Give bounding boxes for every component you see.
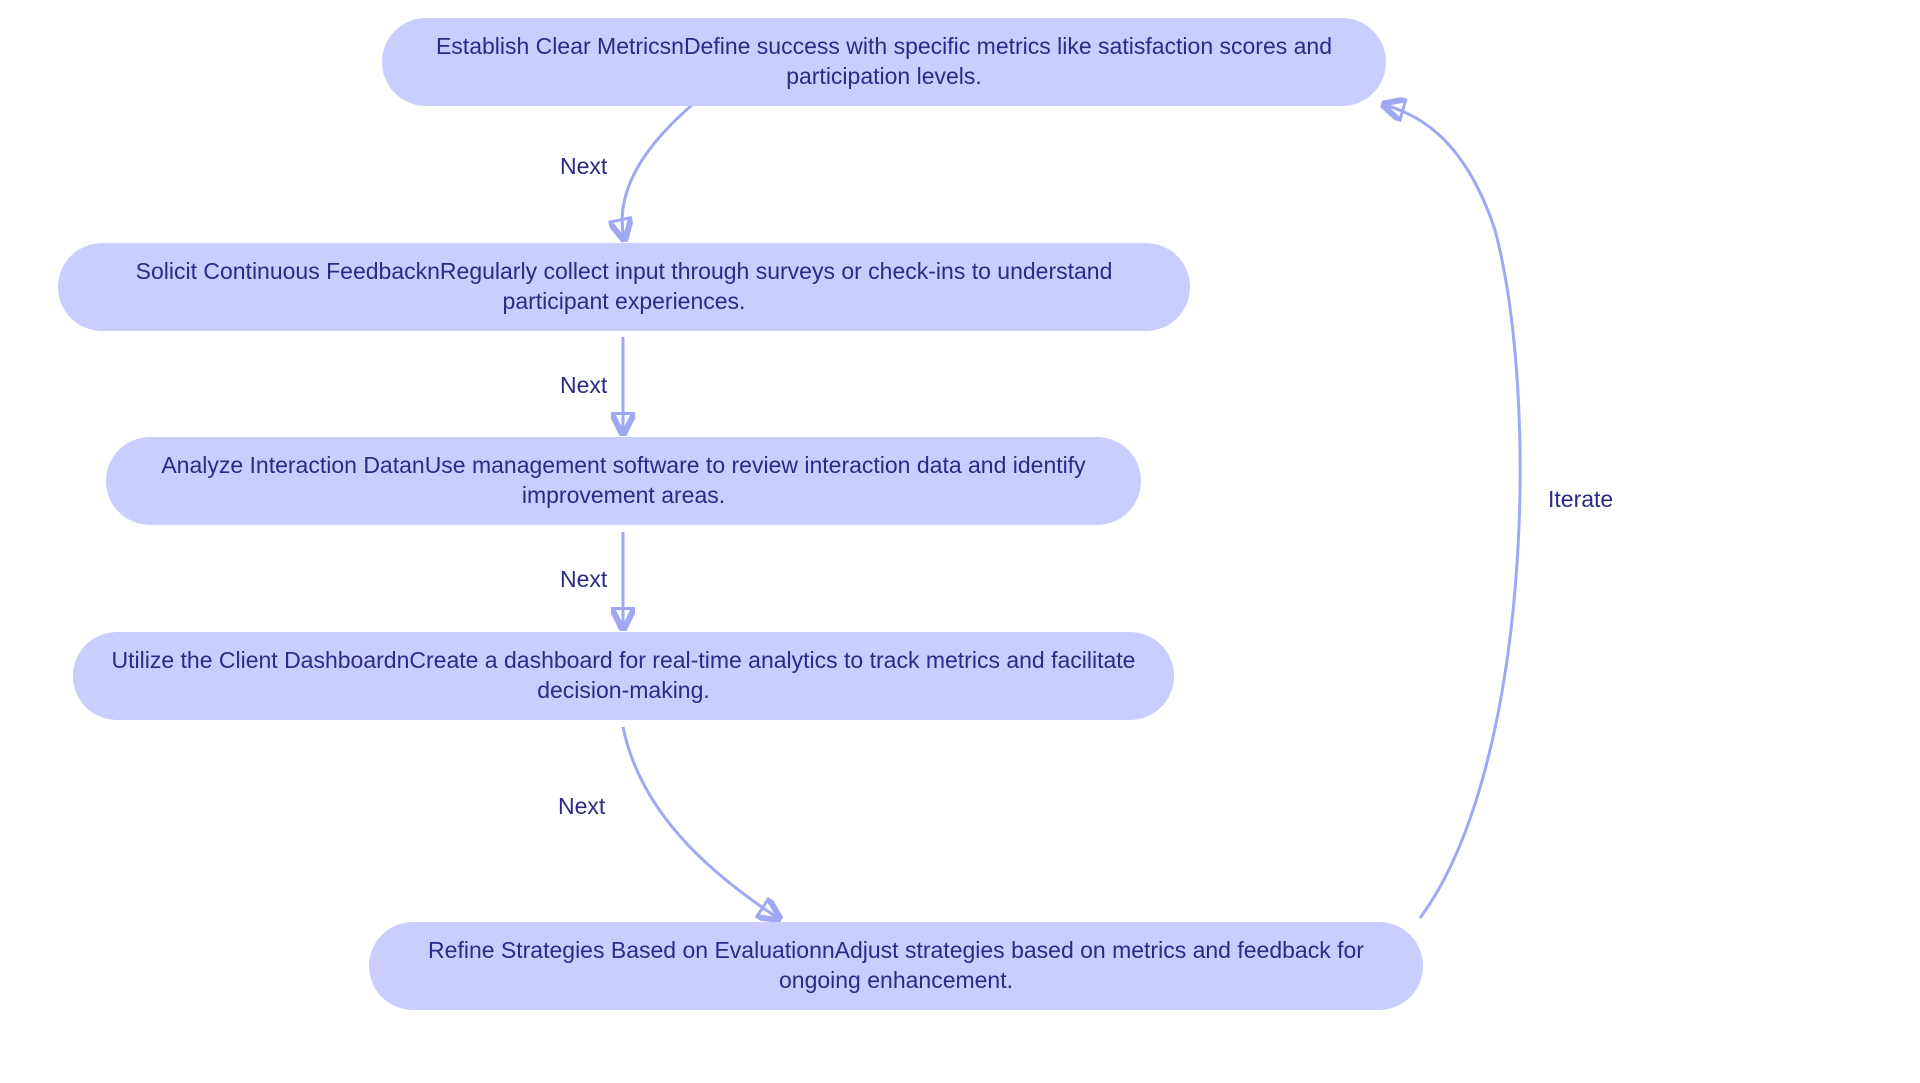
node-label: Solicit Continuous FeedbacknRegularly co…	[86, 257, 1162, 317]
edge-label-next-3: Next	[560, 566, 607, 593]
node-label: Analyze Interaction DatanUse management …	[134, 451, 1113, 511]
edge-label-next-1: Next	[560, 153, 607, 180]
node-refine-strategies: Refine Strategies Based on EvaluationnAd…	[369, 922, 1423, 1010]
node-label: Establish Clear MetricsnDefine success w…	[410, 32, 1358, 92]
flowchart-canvas: Next Next Next Next Iterate Establish Cl…	[0, 0, 1920, 1083]
node-client-dashboard: Utilize the Client DashboardnCreate a da…	[73, 632, 1174, 720]
edge-label-iterate: Iterate	[1548, 486, 1613, 513]
node-label: Utilize the Client DashboardnCreate a da…	[101, 646, 1146, 706]
node-solicit-feedback: Solicit Continuous FeedbacknRegularly co…	[58, 243, 1190, 331]
edge-label-next-2: Next	[560, 372, 607, 399]
edge-n1-n2	[622, 105, 692, 238]
edges-layer	[0, 0, 1920, 1083]
edge-n5-n1	[1385, 105, 1520, 918]
edge-n4-n5	[623, 727, 778, 918]
node-establish-metrics: Establish Clear MetricsnDefine success w…	[382, 18, 1386, 106]
node-label: Refine Strategies Based on EvaluationnAd…	[397, 936, 1395, 996]
edge-label-next-4: Next	[558, 793, 605, 820]
node-analyze-data: Analyze Interaction DatanUse management …	[106, 437, 1141, 525]
